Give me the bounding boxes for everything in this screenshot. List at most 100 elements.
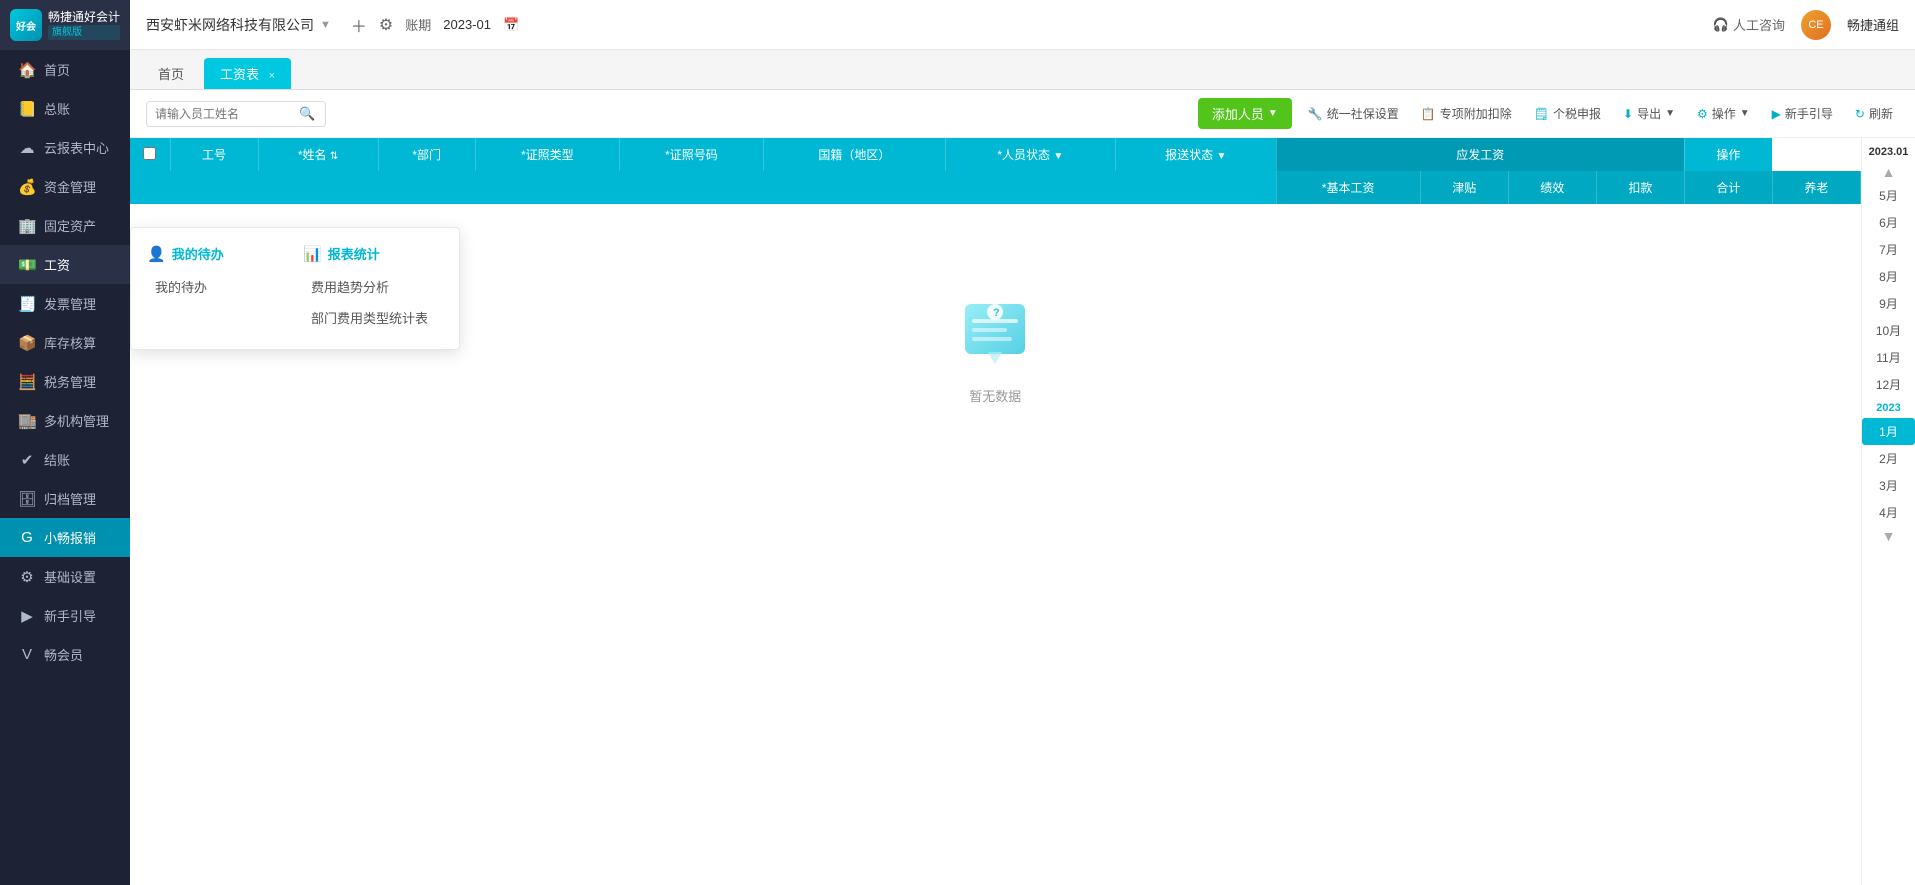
social-insurance-label: 统一社保设置 [1327, 105, 1399, 122]
service-btn[interactable]: 🎧 人工咨询 [1713, 15, 1785, 34]
sidebar-item-invoice[interactable]: 🧾发票管理 [0, 284, 130, 323]
service-label: 人工咨询 [1733, 15, 1785, 34]
sidebar-item-settlement[interactable]: ✔结账 [0, 440, 130, 479]
timeline-down-icon[interactable]: ▼ [1882, 526, 1896, 546]
timeline-feb[interactable]: 2月 [1862, 445, 1915, 472]
select-all-checkbox[interactable] [143, 147, 156, 160]
table-header-row1: 工号 *姓名 ⇅ *部门 *证照类型 *证照号码 国籍（地区） *人员状态 ▼ … [130, 138, 1861, 171]
sidebar-label-settlement: 结账 [44, 450, 70, 469]
timeline-jul[interactable]: 7月 [1862, 236, 1915, 263]
personal-tax-btn[interactable]: 🗒 个税申报 [1528, 101, 1607, 126]
sidebar-label-tax: 税务管理 [44, 372, 96, 391]
period-label: 账期 [405, 15, 431, 34]
sidebar-item-archive[interactable]: 🗄归档管理 [0, 479, 130, 518]
tab-salary-table[interactable]: 工资表 × [204, 58, 291, 89]
sidebar-item-fund[interactable]: 💰资金管理 [0, 167, 130, 206]
export-arrow-icon: ▼ [1665, 108, 1675, 119]
sidebar-item-inventory[interactable]: 📦库存核算 [0, 323, 130, 362]
add-person-button[interactable]: 添加人员 ▼ [1198, 98, 1292, 129]
sidebar-label-ledger: 总账 [44, 99, 70, 118]
period-value[interactable]: 2023-01 [443, 17, 491, 32]
col-payable-salary: 应发工资 [1276, 138, 1684, 171]
sidebar-icon-fixed-assets: 🏢 [18, 217, 36, 235]
timeline-apr[interactable]: 4月 [1862, 499, 1915, 526]
timeline-oct[interactable]: 10月 [1862, 317, 1915, 344]
col-employee-id: 工号 [170, 138, 258, 171]
sidebar-item-fixed-assets[interactable]: 🏢固定资产 [0, 206, 130, 245]
timeline-dec[interactable]: 12月 [1862, 371, 1915, 398]
sidebar-item-cloud-reports[interactable]: ☁云报表中心 [0, 128, 130, 167]
col-report-status: 报送状态 ▼ [1115, 138, 1276, 171]
col-basic-salary: *基本工资 [1276, 171, 1420, 204]
sidebar-item-salary[interactable]: 💵工资 [0, 245, 130, 284]
search-box[interactable]: 🔍 [146, 101, 326, 127]
timeline-up-icon[interactable]: ▲ [1882, 162, 1896, 182]
sidebar-label-invoice: 发票管理 [44, 294, 96, 313]
dept-expense-item[interactable]: 部门费用类型统计表 [303, 302, 443, 333]
tab-home[interactable]: 首页 [142, 58, 200, 89]
user-name: 畅捷通组 [1847, 15, 1899, 34]
sidebar-icon-ledger: 📒 [18, 100, 36, 118]
timeline-panel: 2023.01 ▲ 5月 6月 7月 8月 9月 10月 11月 12月 202… [1861, 138, 1915, 885]
operate-label: 操作 [1712, 105, 1736, 122]
add-person-arrow-icon: ▼ [1268, 108, 1278, 119]
timeline-aug[interactable]: 8月 [1862, 263, 1915, 290]
add-icon[interactable]: ＋ [351, 13, 367, 37]
my-todo-item[interactable]: 我的待办 [147, 271, 287, 302]
sidebar-label-member: 畅会员 [44, 645, 83, 664]
sidebar-icon-member: V [18, 646, 36, 663]
col-id-number: *证照号码 [619, 138, 763, 171]
todo-icon: 👤 [147, 245, 166, 263]
search-input[interactable] [155, 107, 295, 121]
company-arrow-icon: ▼ [320, 19, 331, 31]
content-area: 工号 *姓名 ⇅ *部门 *证照类型 *证照号码 国籍（地区） *人员状态 ▼ … [130, 138, 1915, 885]
svg-text:?: ? [993, 307, 1000, 319]
sidebar-item-member[interactable]: V 畅会员 [0, 635, 130, 674]
company-name: 西安虾米网络科技有限公司 [146, 15, 314, 35]
col-deduction: 扣款 [1596, 171, 1684, 204]
expense-trend-item[interactable]: 费用趋势分析 [303, 271, 443, 302]
company-selector[interactable]: 西安虾米网络科技有限公司 ▼ [146, 15, 331, 35]
dropdown-left-title: 👤 我的待办 [147, 244, 287, 263]
col-operation: 操作 [1684, 138, 1772, 171]
operate-btn[interactable]: ⚙ 操作 ▼ [1691, 101, 1756, 126]
sidebar-item-xiao-chang-xiao[interactable]: G小畅报销 [0, 518, 130, 557]
main-area: 西安虾米网络科技有限公司 ▼ ＋ ⚙ 账期 2023-01 📅 🎧 人工咨询 C… [130, 0, 1915, 885]
sidebar-label-salary: 工资 [44, 255, 70, 274]
sidebar-item-tax[interactable]: 🧮税务管理 [0, 362, 130, 401]
tabbar: 首页 工资表 × [130, 50, 1915, 90]
tab-close-icon[interactable]: × [269, 70, 275, 82]
col-department: *部门 [378, 138, 475, 171]
sidebar-item-home[interactable]: 🏠首页 [0, 50, 130, 89]
col-pension: 养老 [1772, 171, 1860, 204]
settings-icon[interactable]: ⚙ [379, 15, 393, 35]
refresh-btn[interactable]: ↻ 刷新 [1849, 101, 1899, 126]
timeline-nov[interactable]: 11月 [1862, 344, 1915, 371]
col-checkbox[interactable] [130, 138, 170, 171]
special-deduct-btn[interactable]: 📋 专项附加扣除 [1415, 101, 1518, 126]
logo-text: 畅捷通好会计 旗舰版 [48, 10, 120, 41]
calendar-icon[interactable]: 📅 [503, 17, 519, 33]
timeline-year-2023: 2023 [1876, 398, 1900, 418]
sidebar-item-multi-org[interactable]: 🏬 多机构管理 [0, 401, 130, 440]
timeline-mar[interactable]: 3月 [1862, 472, 1915, 499]
social-insurance-btn[interactable]: 🔧 统一社保设置 [1302, 101, 1405, 126]
logo-subtitle: 旗舰版 [48, 25, 120, 40]
new-guide-btn[interactable]: ▶ 新手引导 [1766, 101, 1839, 126]
timeline-sep[interactable]: 9月 [1862, 290, 1915, 317]
sidebar-label-home: 首页 [44, 60, 70, 79]
sidebar-label-multi-org: 多机构管理 [44, 411, 109, 430]
sidebar-icon-multi-org: 🏬 [18, 412, 36, 430]
timeline-jan-active[interactable]: 1月 [1862, 418, 1915, 445]
sidebar-icon-basic-settings: ⚙ [18, 568, 36, 586]
sidebar-item-guide[interactable]: ▶新手引导 [0, 596, 130, 635]
timeline-may[interactable]: 5月 [1862, 182, 1915, 209]
table-header-row2: *基本工资 津贴 绩效 扣款 合计 养老 [130, 171, 1861, 204]
sidebar-item-ledger[interactable]: 📒 总账 [0, 89, 130, 128]
col-empty [130, 171, 1276, 204]
sidebar-item-basic-settings[interactable]: ⚙基础设置 [0, 557, 130, 596]
timeline-jun[interactable]: 6月 [1862, 209, 1915, 236]
col-id-type: *证照类型 [475, 138, 619, 171]
sidebar-label-xiao-chang-xiao: 小畅报销 [44, 528, 96, 547]
export-btn[interactable]: ⬇ 导出 ▼ [1617, 101, 1681, 126]
